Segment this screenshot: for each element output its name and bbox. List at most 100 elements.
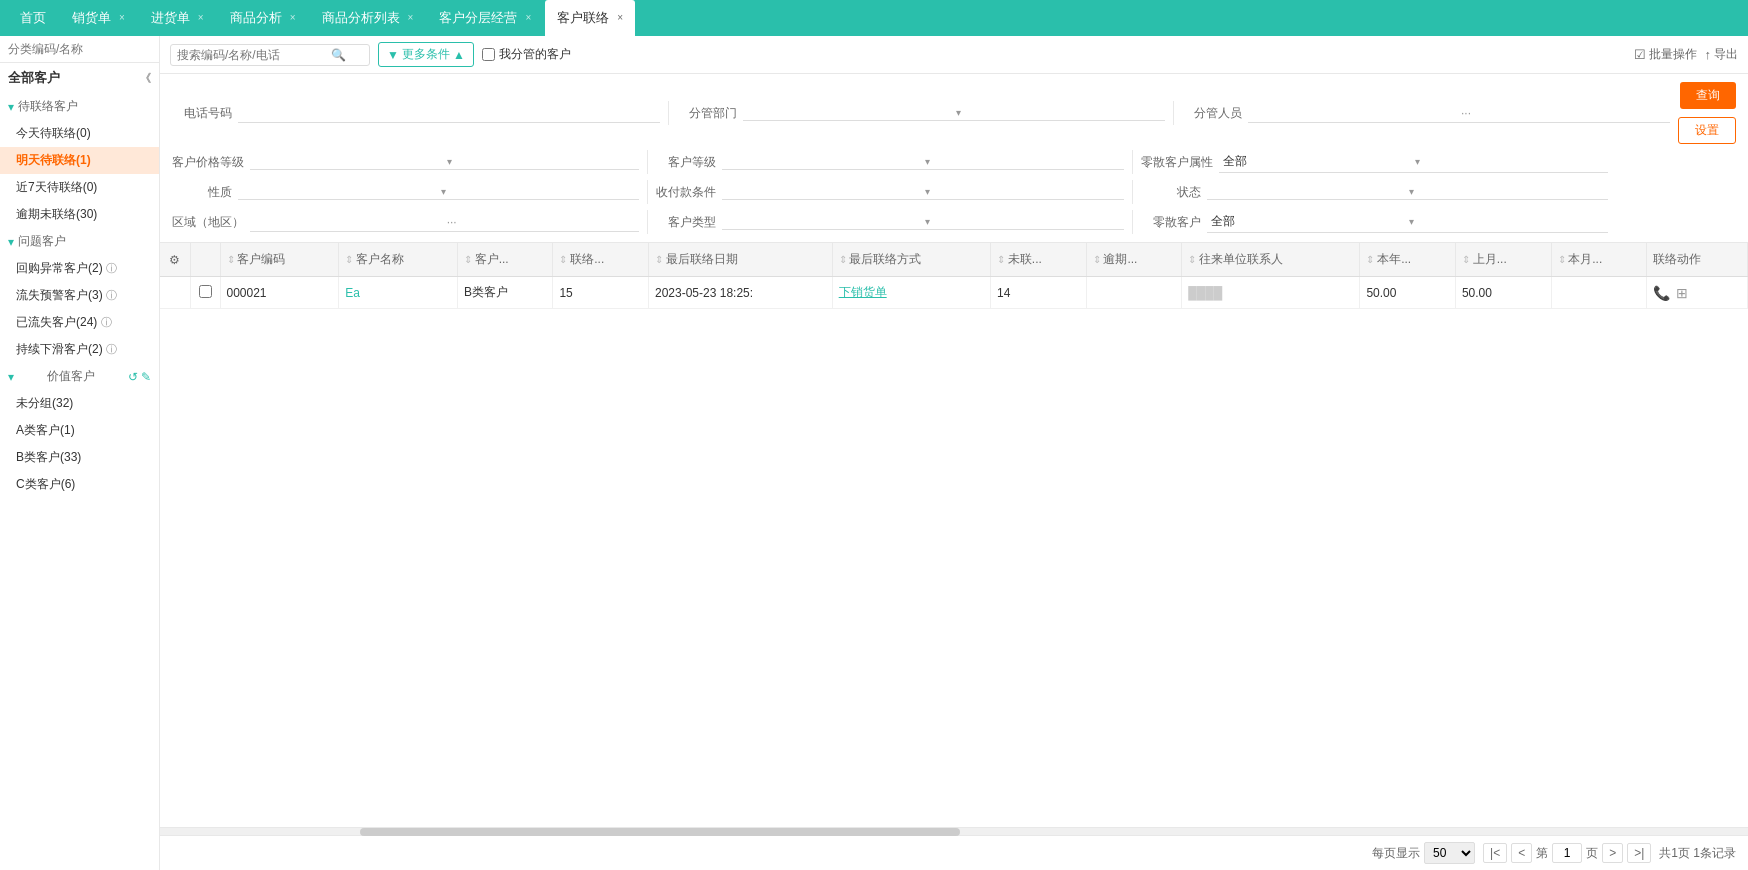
row-last-method[interactable]: 下销货单 (832, 277, 990, 309)
table-container: ⚙ 客户编码 客户名称 客户... 联络... 最后联络日期 最后联络方式 未联… (160, 243, 1748, 827)
scrollbar-thumb[interactable] (360, 828, 960, 836)
filter-retail-customer-caret: ▾ (1409, 216, 1604, 227)
action-grid-icon[interactable]: ⊞ (1676, 285, 1688, 301)
row-contacts: 15 (553, 277, 649, 309)
filter-person-select[interactable]: ··· (1248, 104, 1670, 123)
col-customer-name[interactable]: 客户名称 (339, 243, 458, 277)
col-this-month[interactable]: 本月... (1551, 243, 1647, 277)
toolbar-right: ☑ 批量操作 ↑ 导出 (1634, 46, 1739, 63)
footer: 每页显示 50 100 200 |< < 第 页 > >| 共1页 1条记录 (160, 835, 1748, 870)
close-customer-contact-icon[interactable]: × (617, 0, 623, 36)
col-last-method[interactable]: 最后联络方式 (832, 243, 990, 277)
main-search-input[interactable] (177, 48, 327, 62)
filter-nature: 性质 ▾ (172, 184, 639, 201)
col-overdue[interactable]: 逾期... (1086, 243, 1182, 277)
col-customer-code[interactable]: 客户编码 (220, 243, 339, 277)
page-input[interactable] (1552, 843, 1582, 863)
sidebar-group-value[interactable]: 价值客户 ↺ ✎ (0, 363, 159, 390)
last-method-link[interactable]: 下销货单 (839, 285, 887, 299)
filter-price-grade-select[interactable]: ▾ (250, 154, 639, 170)
sidebar-item-overdue[interactable]: 逾期未联络(30) (0, 201, 159, 228)
sidebar-item-ungrouped[interactable]: 未分组(32) (0, 390, 159, 417)
filter-nature-select[interactable]: ▾ (238, 184, 639, 200)
col-last-date[interactable]: 最后联络日期 (649, 243, 833, 277)
col-contact-person[interactable]: 往来单位联系人 (1182, 243, 1360, 277)
sidebar-item-7days[interactable]: 近7天待联络(0) (0, 174, 159, 201)
row-check[interactable] (190, 277, 220, 309)
filter-customer-type-select[interactable]: ▾ (722, 214, 1123, 230)
filter-phone-input[interactable] (238, 104, 660, 123)
last-page-btn[interactable]: >| (1627, 843, 1651, 863)
my-customers-checkbox-label[interactable]: 我分管的客户 (482, 46, 571, 63)
sidebar-item-churn-warning[interactable]: 流失预警客户(3) ⓘ (0, 282, 159, 309)
sidebar-item-today[interactable]: 今天待联络(0) (0, 120, 159, 147)
query-button[interactable]: 查询 (1680, 82, 1736, 109)
filter-dept-label: 分管部门 (677, 105, 737, 122)
filter-dept-select[interactable]: ▾ (743, 105, 1165, 121)
nav-product-analysis-list[interactable]: 商品分析列表 × (310, 0, 426, 36)
row-checkbox[interactable] (199, 285, 212, 298)
filter-nature-label: 性质 (172, 184, 232, 201)
nav-customer-contact[interactable]: 客户联络 × (545, 0, 635, 36)
main-search-icon[interactable]: 🔍 (331, 48, 346, 62)
filter-price-grade-caret: ▾ (447, 156, 636, 167)
close-customer-layered-icon[interactable]: × (525, 0, 531, 36)
col-action: 联络动作 (1647, 243, 1748, 277)
row-name[interactable]: Ea (339, 277, 458, 309)
nav-purchase-order[interactable]: 进货单 × (139, 0, 216, 36)
sidebar-all-customers[interactable]: 全部客户 《 (0, 63, 159, 93)
filter-caret: ▲ (453, 48, 465, 62)
nav-customer-layered[interactable]: 客户分层经营 × (427, 0, 543, 36)
sidebar-item-class-c[interactable]: C类客户(6) (0, 471, 159, 498)
first-page-btn[interactable]: |< (1483, 843, 1507, 863)
pagesize-select[interactable]: 50 100 200 (1424, 842, 1475, 864)
sidebar-item-declining[interactable]: 持续下滑客户(2) ⓘ (0, 336, 159, 363)
close-sales-order-icon[interactable]: × (119, 0, 125, 36)
filter-payment-select[interactable]: ▾ (722, 184, 1123, 200)
total-records: 共1页 1条记录 (1659, 845, 1736, 862)
nav-sales-order[interactable]: 销货单 × (60, 0, 137, 36)
filter-status-select[interactable]: ▾ (1207, 184, 1608, 200)
sidebar-search-input[interactable] (8, 42, 158, 56)
filter-customer-grade-select[interactable]: ▾ (722, 154, 1123, 170)
col-unlinked[interactable]: 未联... (991, 243, 1087, 277)
col-customer-type[interactable]: 客户... (457, 243, 553, 277)
next-page-btn[interactable]: > (1602, 843, 1623, 863)
filter-region-select[interactable]: ··· (250, 213, 639, 232)
toolbar: 🔍 ▼ 更多条件 ▲ 我分管的客户 ☑ 批量操作 ↑ 导出 (160, 36, 1748, 74)
batch-operation-btn[interactable]: ☑ 批量操作 (1634, 46, 1697, 63)
filter-region: 区域（地区） ··· (172, 213, 639, 232)
sidebar-group-problem[interactable]: 问题客户 (0, 228, 159, 255)
filter-payment: 收付款条件 ▾ (656, 184, 1123, 201)
sidebar-item-tomorrow[interactable]: 明天待联络(1) (0, 147, 159, 174)
close-product-analysis-icon[interactable]: × (290, 0, 296, 36)
filter-status-label: 状态 (1141, 184, 1201, 201)
my-customers-checkbox[interactable] (482, 48, 495, 61)
nav-home[interactable]: 首页 (8, 0, 58, 36)
close-product-analysis-list-icon[interactable]: × (408, 0, 414, 36)
action-phone-icon[interactable]: 📞 (1653, 285, 1670, 301)
col-year-amount[interactable]: 本年... (1360, 243, 1456, 277)
sidebar-item-class-b[interactable]: B类客户(33) (0, 444, 159, 471)
sidebar-group-pending[interactable]: 待联络客户 (0, 93, 159, 120)
filter-region-label: 区域（地区） (172, 214, 244, 231)
col-last-month[interactable]: 上月... (1455, 243, 1551, 277)
settings-button[interactable]: 设置 (1678, 117, 1736, 144)
col-contacts[interactable]: 联络... (553, 243, 649, 277)
sidebar-item-churned[interactable]: 已流失客户(24) ⓘ (0, 309, 159, 336)
value-group-icons: ↺ ✎ (128, 370, 151, 384)
sidebar-item-class-a[interactable]: A类客户(1) (0, 417, 159, 444)
filter-more-btn[interactable]: ▼ 更多条件 ▲ (378, 42, 474, 67)
close-purchase-order-icon[interactable]: × (198, 0, 204, 36)
prev-page-btn[interactable]: < (1511, 843, 1532, 863)
horizontal-scrollbar[interactable] (160, 827, 1748, 835)
filter-retail-attr-select[interactable]: 全部 ▾ (1219, 151, 1608, 173)
col-check (190, 243, 220, 277)
col-settings[interactable]: ⚙ (160, 243, 190, 277)
export-icon: ↑ (1705, 47, 1712, 62)
filter-retail-customer-select[interactable]: 全部 ▾ (1207, 211, 1608, 233)
export-btn[interactable]: ↑ 导出 (1705, 46, 1739, 63)
nav-product-analysis[interactable]: 商品分析 × (218, 0, 308, 36)
sidebar-item-repurchase-abnormal[interactable]: 回购异常客户(2) ⓘ (0, 255, 159, 282)
customers-table: ⚙ 客户编码 客户名称 客户... 联络... 最后联络日期 最后联络方式 未联… (160, 243, 1748, 309)
